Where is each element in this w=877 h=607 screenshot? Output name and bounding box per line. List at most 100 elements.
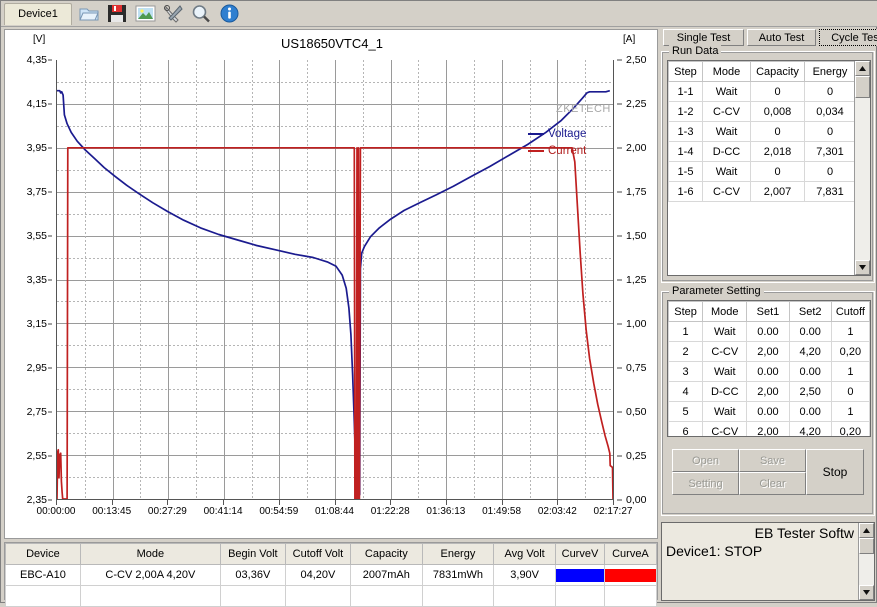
status-scroll-up-icon[interactable] [859,523,874,538]
table-row[interactable]: 1-4 D-CC 2,018 7,301 [668,141,856,162]
tab-auto-test[interactable]: Auto Test [747,29,816,46]
y-tick-mark [48,191,52,193]
summary-header-0: Device [5,543,81,565]
run-data-cell: 1-5 [668,161,703,182]
summary-cell-curve-a [603,564,658,586]
summary-header-row: Device Mode Begin Volt Cutoff Volt Capacity E… [5,543,658,565]
run-data-cell: 1-4 [668,141,703,162]
status-scroll-down-icon[interactable] [859,585,874,600]
scrollbar-thumb[interactable] [855,76,870,98]
table-row[interactable]: 4 D-CC 2,00 2,50 0 [668,381,870,402]
save-button[interactable]: Save [739,449,806,472]
run-data-group: Run Data Step Mode Capacity Energy 1-1 Wait 0… [661,45,875,283]
table-row[interactable]: 1-3 Wait 0 0 [668,121,856,142]
tab-cycle-test[interactable]: Cycle Test [819,29,877,46]
clear-button[interactable]: Clear [739,472,806,495]
summary-cell-empty [219,585,286,607]
table-row[interactable]: 1 Wait 0.00 0.00 1 [668,321,870,342]
status-scrollbar[interactable] [858,523,874,600]
tools-icon[interactable] [159,2,187,26]
x-tick-label: 00:00:00 [36,506,76,517]
summary-table: Device Mode Begin Volt Cutoff Volt Capacity E… [5,543,658,607]
scroll-down-icon[interactable] [855,260,870,275]
run-data-header-2: Capacity [750,61,805,82]
run-data-table-wrap[interactable]: Step Mode Capacity Energy 1-1 Wait 0 0 1-2 C-CV 0… [667,60,871,276]
x-tick-label: 00:41:14 [203,506,243,517]
y2-tick-label: 1,50 [626,230,647,242]
toolbar: Device1 [1,1,877,27]
parameter-cell: 1 [668,321,704,342]
device-tab[interactable]: Device1 [4,2,72,25]
table-row[interactable]: 1-1 Wait 0 0 [668,81,856,102]
run-data-header-0: Step [668,61,703,82]
table-row[interactable]: 1-5 Wait 0 0 [668,161,856,182]
y-tick-mark [48,59,52,61]
scroll-up-icon[interactable] [855,61,870,76]
legend-label-current: Current [548,144,587,157]
table-row[interactable]: 5 Wait 0.00 0.00 1 [668,401,870,422]
y2-tick-label: 2,50 [626,54,647,66]
y-tick-mark [48,367,52,369]
parameter-cell: 5 [668,401,704,422]
y2-tick-label: 2,25 [626,98,647,110]
table-row[interactable]: 6 C-CV 2,00 4,20 0,20 [668,421,870,436]
parameter-header-2: Set1 [746,301,790,322]
y-tick-label: 2,75 [26,406,47,418]
y2-tick-mark [617,411,622,413]
table-row[interactable]: EBC-A10 C-CV 2,00A 4,20V 03,36V 04,20V 2007m… [5,564,658,586]
tab-single-test[interactable]: Single Test [663,29,745,46]
save-disk-icon[interactable] [103,2,131,26]
run-data-cell: 2,007 [750,181,805,202]
scrollbar-track[interactable] [855,76,870,260]
y2-tick-mark [617,147,622,149]
open-folder-icon[interactable] [75,2,103,26]
x-tick-label: 01:22:28 [370,506,410,517]
x-tick-label: 02:03:42 [537,506,577,517]
y2-tick-label: 0,00 [626,494,647,506]
setting-button[interactable]: Setting [672,472,739,495]
image-icon[interactable] [131,2,159,26]
summary-cell-empty [421,585,495,607]
table-row[interactable]: 2 C-CV 2,00 4,20 0,20 [668,341,870,362]
y-tick-mark [48,147,52,149]
x-tick-mark [445,500,447,505]
table-row[interactable]: 1-6 C-CV 2,007 7,831 [668,181,856,202]
y2-tick-mark [617,191,622,193]
stop-button[interactable]: Stop [806,449,864,495]
summary-header-3: Cutoff Volt [284,543,352,565]
parameter-cell: 0 [830,381,870,402]
y2-tick-label: 0,25 [626,450,647,462]
x-tick-mark [334,500,336,505]
y-tick-label: 2,55 [26,450,47,462]
watermark-label: ZKETECH [556,103,611,115]
parameter-cell: 2,00 [746,341,790,362]
parameter-cell: C-CV [702,421,748,436]
summary-header-5: Energy [421,543,495,565]
parameter-cell: 4 [668,381,704,402]
curve-a-color-swatch [604,568,656,582]
zoom-icon[interactable] [187,2,215,26]
parameter-cell: 2,00 [746,421,790,436]
table-row[interactable]: 3 Wait 0.00 0.00 1 [668,361,870,382]
legend-line-voltage [528,132,544,135]
y-tick-label: 3,95 [26,142,47,154]
open-button[interactable]: Open [672,449,739,472]
y2-tick-mark [617,235,622,237]
run-data-scrollbar[interactable] [854,61,870,275]
parameter-cell: 1 [830,361,870,382]
summary-header-1: Mode [79,543,221,565]
parameter-cell: 0,20 [830,421,870,436]
info-icon[interactable] [215,2,243,26]
x-axis-labels: 00:00:00 00:13:45 00:27:29 00:41:14 00:54:59… [5,506,659,526]
curve-v-color-swatch [556,568,604,582]
right-panel: Single Test Auto Test Cycle Test Run Data … [661,29,877,601]
run-data-cell: 0 [804,121,856,142]
parameter-cell: 3 [668,361,704,382]
run-data-table: Step Mode Capacity Energy 1-1 Wait 0 0 1-2 C-CV 0… [668,61,856,202]
summary-cell-empty [350,585,423,607]
table-row[interactable]: 1-2 C-CV 0,008 0,034 [668,101,856,122]
legend-item-current: Current [528,142,586,159]
status-scrollbar-thumb[interactable] [859,538,874,554]
parameter-table-wrap[interactable]: Step Mode Set1 Set2 Cutoff 1 Wait 0.00 0.00 1 2 C-… [667,300,871,437]
parameter-cell: 2,50 [788,381,832,402]
